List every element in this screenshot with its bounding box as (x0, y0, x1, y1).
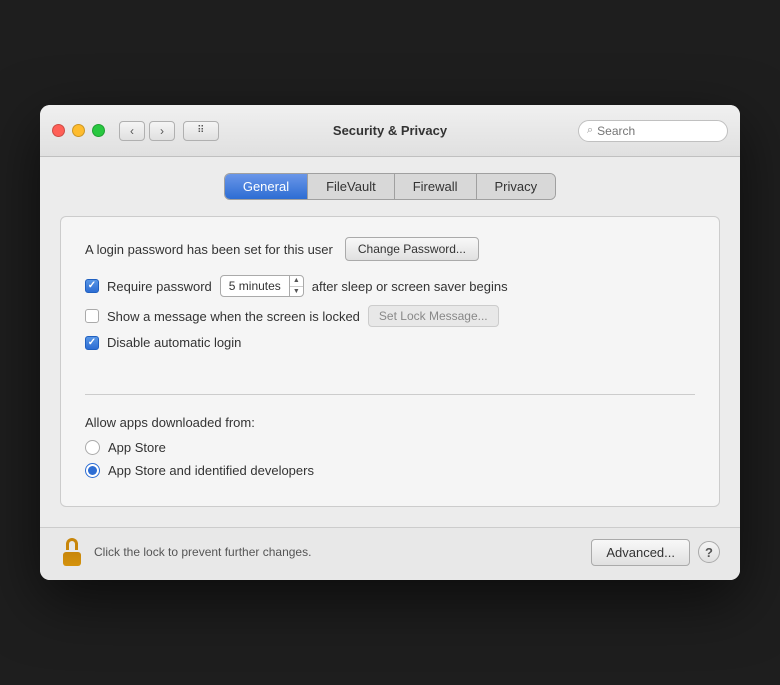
maximize-button[interactable] (92, 124, 105, 137)
titlebar: ‹ › ⠿ Security & Privacy ⌕ (40, 105, 740, 157)
require-password-label: Require password (107, 279, 212, 294)
app-store-row: App Store (85, 440, 695, 455)
stepper-arrows: ▲ ▼ (290, 276, 303, 296)
lock-text: Click the lock to prevent further change… (94, 545, 591, 559)
forward-button[interactable]: › (149, 121, 175, 141)
tabs-row: General FileVault Firewall Privacy (60, 173, 720, 200)
help-button[interactable]: ? (698, 541, 720, 563)
show-message-row: Show a message when the screen is locked… (85, 305, 695, 327)
app-store-radio[interactable] (85, 440, 100, 455)
set-lock-message-button[interactable]: Set Lock Message... (368, 305, 499, 327)
app-store-label: App Store (108, 440, 166, 455)
password-interval-stepper[interactable]: 5 minutes ▲ ▼ (220, 275, 304, 297)
app-store-identified-row: App Store and identified developers (85, 463, 695, 478)
footer: Click the lock to prevent further change… (40, 527, 740, 580)
section-divider (85, 394, 695, 395)
require-password-row: Require password 5 minutes ▲ ▼ after sle… (85, 275, 695, 297)
footer-buttons: Advanced... ? (591, 539, 720, 566)
app-store-identified-label: App Store and identified developers (108, 463, 314, 478)
login-password-text: A login password has been set for this u… (85, 242, 333, 257)
disable-autologin-row: Disable automatic login (85, 335, 695, 350)
settings-panel: A login password has been set for this u… (60, 216, 720, 507)
lock-body (63, 552, 81, 566)
search-box[interactable]: ⌕ (578, 120, 728, 142)
back-button[interactable]: ‹ (119, 121, 145, 141)
window-title: Security & Privacy (333, 123, 447, 138)
advanced-button[interactable]: Advanced... (591, 539, 690, 566)
app-store-identified-radio[interactable] (85, 463, 100, 478)
stepper-up[interactable]: ▲ (290, 276, 303, 287)
tab-group: General FileVault Firewall Privacy (224, 173, 556, 200)
login-row: A login password has been set for this u… (85, 237, 695, 261)
tab-privacy[interactable]: Privacy (477, 174, 556, 199)
minimize-button[interactable] (72, 124, 85, 137)
nav-buttons: ‹ › (119, 121, 175, 141)
require-password-checkbox[interactable] (85, 279, 99, 293)
change-password-button[interactable]: Change Password... (345, 237, 479, 261)
tab-filevault[interactable]: FileVault (308, 174, 395, 199)
disable-autologin-checkbox[interactable] (85, 336, 99, 350)
disable-autologin-label: Disable automatic login (107, 335, 241, 350)
stepper-value: 5 minutes (221, 276, 290, 296)
after-sleep-text: after sleep or screen saver begins (312, 279, 508, 294)
allow-apps-title: Allow apps downloaded from: (85, 415, 695, 430)
lock-icon[interactable] (60, 538, 84, 566)
show-message-checkbox[interactable] (85, 309, 99, 323)
main-window: ‹ › ⠿ Security & Privacy ⌕ General FileV… (40, 105, 740, 580)
lock-shackle (66, 538, 78, 550)
search-icon: ⌕ (587, 124, 593, 137)
tab-firewall[interactable]: Firewall (395, 174, 477, 199)
password-section: A login password has been set for this u… (85, 237, 695, 358)
stepper-down[interactable]: ▼ (290, 287, 303, 297)
allow-apps-section: Allow apps downloaded from: App Store Ap… (85, 415, 695, 486)
traffic-lights (52, 124, 105, 137)
close-button[interactable] (52, 124, 65, 137)
search-input[interactable] (597, 124, 719, 138)
show-message-label: Show a message when the screen is locked (107, 309, 360, 324)
tab-general[interactable]: General (225, 174, 308, 199)
grid-button[interactable]: ⠿ (183, 121, 219, 141)
content-area: General FileVault Firewall Privacy A log… (40, 157, 740, 527)
